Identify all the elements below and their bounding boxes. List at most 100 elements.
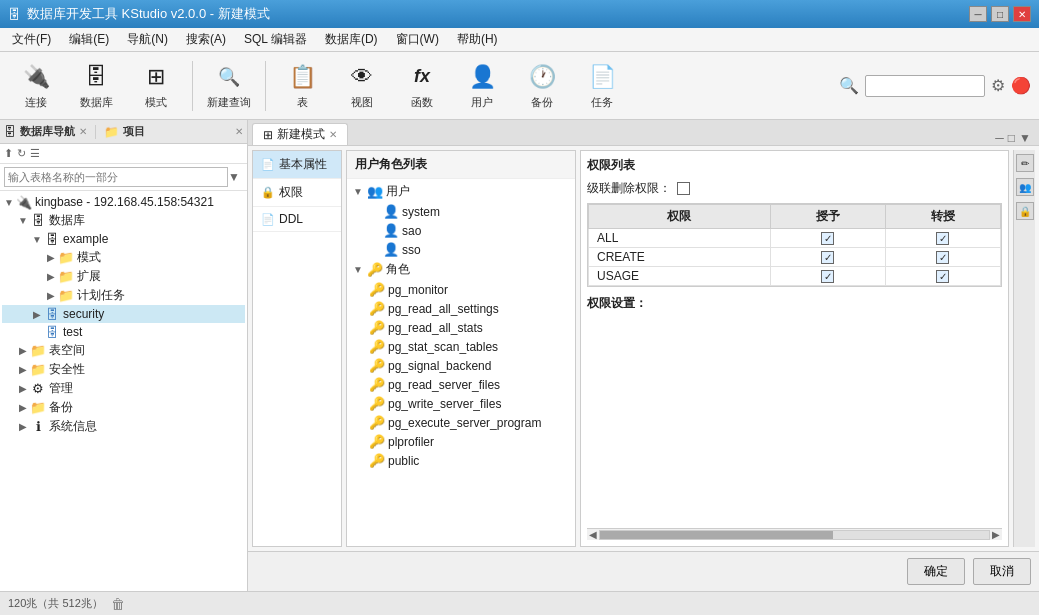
- minimize-button[interactable]: ─: [969, 6, 987, 22]
- create-grant-checkbox[interactable]: [821, 251, 834, 264]
- perm-create-transfer[interactable]: [885, 248, 1000, 267]
- tree-extension[interactable]: ▶ 📁 扩展: [2, 267, 245, 286]
- scroll-track[interactable]: [599, 530, 990, 540]
- toolbar-separator-2: [265, 61, 266, 111]
- mini-btn-3[interactable]: 🔒: [1016, 202, 1034, 220]
- menu-help[interactable]: 帮助(H): [449, 29, 506, 50]
- create-transfer-checkbox[interactable]: [936, 251, 949, 264]
- toolbar-user[interactable]: 👤 用户: [454, 57, 510, 115]
- role-user-system[interactable]: 👤 system: [349, 202, 573, 221]
- all-grant-checkbox[interactable]: [821, 232, 834, 245]
- role-pg-stat-scan-tables[interactable]: 🔑 pg_stat_scan_tables: [349, 337, 573, 356]
- tree-databases[interactable]: ▼ 🗄 数据库: [2, 211, 245, 230]
- menu-file[interactable]: 文件(F): [4, 29, 59, 50]
- toolbar-search-input[interactable]: [865, 75, 985, 97]
- perm-all-transfer[interactable]: [885, 229, 1000, 248]
- tree-tablespace[interactable]: ▶ 📁 表空间: [2, 341, 245, 360]
- role-pg-signal-backend[interactable]: 🔑 pg_signal_backend: [349, 356, 573, 375]
- menu-nav[interactable]: 导航(N): [119, 29, 176, 50]
- user-system-icon: 👤: [383, 204, 399, 219]
- scroll-left-btn[interactable]: ◀: [587, 529, 599, 540]
- role-user-section[interactable]: ▼ 👥 用户: [349, 181, 573, 202]
- cancel-button[interactable]: 取消: [973, 558, 1031, 585]
- role-pg-read-all-settings[interactable]: 🔑 pg_read_all_settings: [349, 299, 573, 318]
- toolbar-view[interactable]: 👁 视图: [334, 57, 390, 115]
- role-plprofiler[interactable]: 🔑 plprofiler: [349, 432, 573, 451]
- refresh-icon[interactable]: ↻: [17, 147, 26, 160]
- sub-panel-perms[interactable]: 🔒 权限: [253, 179, 341, 207]
- tree-backup[interactable]: ▶ 📁 备份: [2, 398, 245, 417]
- all-transfer-checkbox[interactable]: [936, 232, 949, 245]
- close-button[interactable]: ✕: [1013, 6, 1031, 22]
- tab-menu-icon[interactable]: ▼: [1019, 131, 1031, 145]
- role-pg-read-all-stats[interactable]: 🔑 pg_read_all_stats: [349, 318, 573, 337]
- menu-search[interactable]: 搜索(A): [178, 29, 234, 50]
- role-panel-header: 用户角色列表: [347, 151, 575, 179]
- mini-btn-2[interactable]: 👥: [1016, 178, 1034, 196]
- filter-icon[interactable]: ▼: [228, 170, 240, 184]
- sidebar-close-1[interactable]: ✕: [79, 126, 87, 137]
- toolbar-backup[interactable]: 🕐 备份: [514, 57, 570, 115]
- role-roles-section[interactable]: ▼ 🔑 角色: [349, 259, 573, 280]
- menu-edit[interactable]: 编辑(E): [61, 29, 117, 50]
- function-icon: fx: [406, 62, 438, 92]
- role-pg-monitor[interactable]: 🔑 pg_monitor: [349, 280, 573, 299]
- perm-usage-transfer[interactable]: [885, 267, 1000, 286]
- toolbar-new-query[interactable]: 🔍 新建查询: [201, 57, 257, 115]
- tab-max-icon[interactable]: □: [1008, 131, 1015, 145]
- maximize-button[interactable]: □: [991, 6, 1009, 22]
- mini-btn-1[interactable]: ✏: [1016, 154, 1034, 172]
- tree-sysinfo[interactable]: ▶ ℹ 系统信息: [2, 417, 245, 436]
- tree-management[interactable]: ▶ ⚙ 管理: [2, 379, 245, 398]
- menu-window[interactable]: 窗口(W): [388, 29, 447, 50]
- role-pg-stat-scan-tables-label: pg_stat_scan_tables: [388, 340, 498, 354]
- tab-close[interactable]: ✕: [329, 129, 337, 140]
- task-icon: 📄: [586, 62, 618, 92]
- menu-database[interactable]: 数据库(D): [317, 29, 386, 50]
- menu-sql-editor[interactable]: SQL 编辑器: [236, 29, 315, 50]
- role-pg-write-server-files[interactable]: 🔑 pg_write_server_files: [349, 394, 573, 413]
- tree-root[interactable]: ▼ 🔌 kingbase - 192.168.45.158:54321: [2, 193, 245, 211]
- toolbar-task[interactable]: 📄 任务: [574, 57, 630, 115]
- role-user-sao[interactable]: 👤 sao: [349, 221, 573, 240]
- perm-row-usage: USAGE: [589, 267, 1001, 286]
- user-section-label: 用户: [386, 183, 410, 200]
- filter-input[interactable]: [4, 167, 228, 187]
- toolbar-function[interactable]: fx 函数: [394, 57, 450, 115]
- tab-min-icon[interactable]: ─: [995, 131, 1004, 145]
- role-pg-read-server-files[interactable]: 🔑 pg_read_server_files: [349, 375, 573, 394]
- tree-example[interactable]: ▼ 🗄 example: [2, 230, 245, 248]
- role-user-sso[interactable]: 👤 sso: [349, 240, 573, 259]
- tree-scheduled[interactable]: ▶ 📁 计划任务: [2, 286, 245, 305]
- trash-icon[interactable]: 🗑: [111, 596, 125, 612]
- perms-scrollbar[interactable]: ◀ ▶: [587, 528, 1002, 540]
- tree-security[interactable]: ▶ 🗄 security: [2, 305, 245, 323]
- perm-create-grant[interactable]: [770, 248, 885, 267]
- toolbar-database[interactable]: 🗄 数据库: [68, 57, 124, 115]
- tree-test[interactable]: 🗄 test: [2, 323, 245, 341]
- scroll-thumb[interactable]: [600, 531, 833, 539]
- usage-transfer-checkbox[interactable]: [936, 270, 949, 283]
- usage-grant-checkbox[interactable]: [821, 270, 834, 283]
- sidebar-filter: ▼: [0, 164, 247, 191]
- role-public[interactable]: 🔑 public: [349, 451, 573, 470]
- root-toggle: ▼: [2, 197, 16, 208]
- role-pg-read-server-files-label: pg_read_server_files: [388, 378, 500, 392]
- toolbar-schema[interactable]: ⊞ 模式: [128, 57, 184, 115]
- perm-all-grant[interactable]: [770, 229, 885, 248]
- toolbar-table[interactable]: 📋 表: [274, 57, 330, 115]
- cascade-checkbox[interactable]: [677, 182, 690, 195]
- tree-security-node[interactable]: ▶ 📁 安全性: [2, 360, 245, 379]
- perm-usage-grant[interactable]: [770, 267, 885, 286]
- toolbar-connect[interactable]: 🔌 连接: [8, 57, 64, 115]
- confirm-button[interactable]: 确定: [907, 558, 965, 585]
- scroll-right-btn[interactable]: ▶: [990, 529, 1002, 540]
- sub-panel-basic[interactable]: 📄 基本属性: [253, 151, 341, 179]
- more-icon[interactable]: ☰: [30, 147, 40, 160]
- role-pg-execute-server-program[interactable]: 🔑 pg_execute_server_program: [349, 413, 573, 432]
- sidebar-close-2[interactable]: ✕: [235, 126, 243, 137]
- nav-up-icon[interactable]: ⬆: [4, 147, 13, 160]
- content-tab-new-schema[interactable]: ⊞ 新建模式 ✕: [252, 123, 348, 145]
- sub-panel-ddl[interactable]: 📄 DDL: [253, 207, 341, 232]
- tree-schema[interactable]: ▶ 📁 模式: [2, 248, 245, 267]
